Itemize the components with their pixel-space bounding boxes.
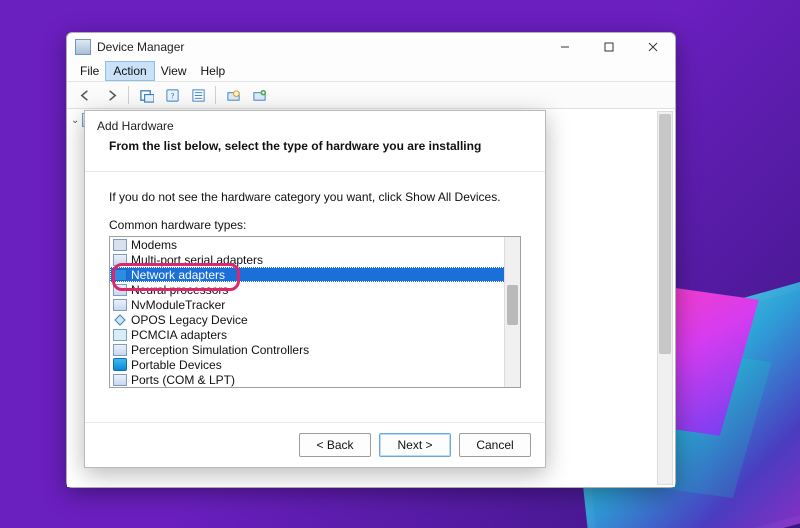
list-item-label: Network adapters (131, 268, 225, 282)
list-item[interactable]: NvModuleTracker (110, 297, 505, 312)
hardware-types-listbox[interactable]: ModemsMulti-port serial adaptersNetwork … (109, 236, 521, 388)
generic-icon (113, 374, 127, 386)
list-item[interactable]: PCMCIA adapters (110, 327, 505, 342)
generic-icon (113, 299, 127, 311)
list-item-label: Perception Simulation Controllers (131, 343, 309, 357)
net-icon (113, 269, 127, 281)
svg-text:?: ? (170, 90, 174, 100)
forward-button[interactable] (99, 84, 123, 106)
list-item[interactable]: Portable Devices (110, 357, 505, 372)
help-button[interactable]: ? (160, 84, 184, 106)
wizard-subtitle: From the list below, select the type of … (97, 139, 533, 153)
window-title: Device Manager (97, 40, 543, 54)
generic-icon (113, 284, 127, 296)
list-item[interactable]: Ports (COM & LPT) (110, 372, 505, 387)
chevron-down-icon: ⌄ (71, 115, 79, 126)
modem-icon (113, 239, 127, 251)
back-button[interactable]: < Back (299, 433, 371, 457)
scan-button[interactable] (221, 84, 245, 106)
list-item[interactable]: Network adapters (110, 267, 505, 282)
listbox-scrollbar[interactable] (504, 237, 520, 387)
pcmcia-icon (113, 329, 127, 341)
list-item-label: Ports (COM & LPT) (131, 373, 235, 387)
list-item[interactable]: Perception Simulation Controllers (110, 342, 505, 357)
app-icon (75, 39, 91, 55)
add-hw-button[interactable] (247, 84, 271, 106)
list-item-label: PCMCIA adapters (131, 328, 227, 342)
menu-view[interactable]: View (154, 62, 194, 80)
list-item-label: Multi-port serial adapters (131, 253, 263, 267)
list-item[interactable]: Modems (110, 237, 505, 252)
menubar: File Action View Help (67, 61, 675, 82)
tree-scrollbar[interactable] (657, 111, 673, 485)
list-item[interactable]: Neural processors (110, 282, 505, 297)
hardware-list-label: Common hardware types: (109, 218, 521, 232)
menu-help[interactable]: Help (194, 62, 233, 80)
list-item-label: Modems (131, 238, 177, 252)
close-button[interactable] (631, 33, 675, 61)
maximize-button[interactable] (587, 33, 631, 61)
generic-icon (113, 344, 127, 356)
menu-action[interactable]: Action (106, 62, 153, 80)
list-item-label: Neural processors (131, 283, 228, 297)
back-button[interactable] (73, 84, 97, 106)
list-item[interactable]: OPOS Legacy Device (110, 312, 505, 327)
list-item-label: Portable Devices (131, 358, 222, 372)
cancel-button[interactable]: Cancel (459, 433, 531, 457)
wizard-note: If you do not see the hardware category … (109, 190, 521, 204)
list-item-label: NvModuleTracker (131, 298, 225, 312)
show-hidden-button[interactable] (134, 84, 158, 106)
properties-button[interactable] (186, 84, 210, 106)
opos-icon (113, 314, 127, 326)
minimize-button[interactable] (543, 33, 587, 61)
list-item-label: OPOS Legacy Device (131, 313, 248, 327)
toolbar: ? (67, 82, 675, 109)
add-hardware-wizard: Add Hardware From the list below, select… (84, 110, 546, 468)
next-button[interactable]: Next > (379, 433, 451, 457)
wizard-title: Add Hardware (97, 119, 533, 133)
generic-icon (113, 254, 127, 266)
portable-icon (113, 359, 127, 371)
list-item[interactable]: Multi-port serial adapters (110, 252, 505, 267)
titlebar[interactable]: Device Manager (67, 33, 675, 61)
menu-file[interactable]: File (73, 62, 106, 80)
